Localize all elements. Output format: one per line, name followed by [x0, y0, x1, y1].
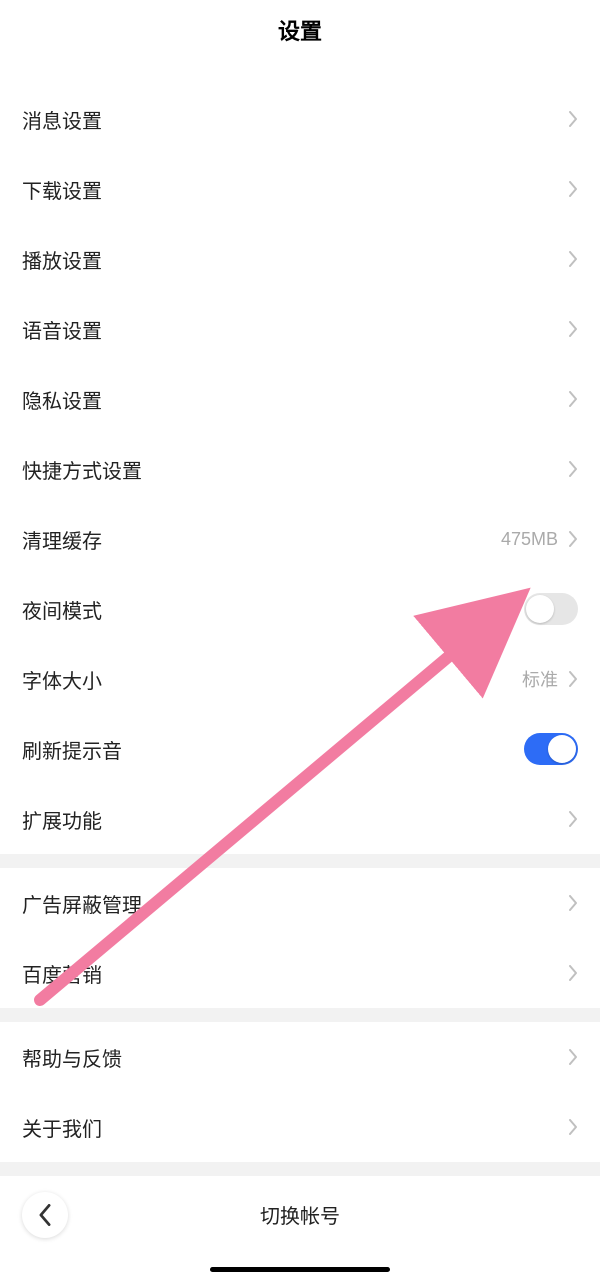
toggle-knob: [526, 595, 554, 623]
settings-row-extend[interactable]: 扩展功能: [0, 784, 600, 854]
chevron-right-icon: [568, 965, 578, 981]
chevron-right-icon: [568, 1119, 578, 1135]
chevron-right-icon: [568, 461, 578, 477]
section-divider: [0, 1162, 600, 1176]
settings-row-privacy[interactable]: 隐私设置: [0, 364, 600, 434]
settings-row-voice[interactable]: 语音设置: [0, 294, 600, 364]
chevron-right-icon: [568, 251, 578, 267]
settings-row-cache[interactable]: 清理缓存 475MB: [0, 504, 600, 574]
settings-row-label: 夜间模式: [22, 595, 102, 624]
settings-row-right: 标准: [522, 666, 578, 692]
settings-row-help[interactable]: 帮助与反馈: [0, 1022, 600, 1092]
settings-row-shortcut[interactable]: 快捷方式设置: [0, 434, 600, 504]
settings-row-right: [568, 811, 578, 827]
settings-row-label: 关于我们: [22, 1113, 102, 1142]
settings-row-label: 支付设置: [22, 60, 102, 64]
chevron-right-icon: [568, 531, 578, 547]
header: 设置: [0, 0, 600, 60]
settings-row-label: 语音设置: [22, 315, 102, 344]
settings-row-label: 刷新提示音: [22, 735, 122, 764]
settings-row-marketing[interactable]: 百度营销: [0, 938, 600, 1008]
chevron-right-icon: [568, 895, 578, 911]
chevron-right-icon: [568, 391, 578, 407]
switch-account-label: 切换帐号: [260, 1200, 340, 1229]
page-title: 设置: [278, 14, 322, 46]
settings-row-night[interactable]: 夜间模式: [0, 574, 600, 644]
toggle-knob: [548, 735, 576, 763]
settings-row-fontsize[interactable]: 字体大小 标准: [0, 644, 600, 714]
settings-row-right: [568, 391, 578, 407]
settings-row-label: 扩展功能: [22, 805, 102, 834]
settings-row-right: 475MB: [501, 529, 578, 550]
settings-row-label: 帮助与反馈: [22, 1043, 122, 1072]
settings-row-right: [568, 1049, 578, 1065]
settings-row-value: 标准: [522, 666, 558, 692]
settings-row-payment[interactable]: 支付设置: [0, 60, 600, 84]
chevron-left-icon: [38, 1204, 52, 1226]
settings-row-right: [524, 733, 578, 765]
settings-row-playback[interactable]: 播放设置: [0, 224, 600, 294]
settings-row-label: 广告屏蔽管理: [22, 889, 142, 918]
settings-content: 支付设置消息设置下载设置播放设置语音设置隐私设置快捷方式设置清理缓存 475MB 夜…: [0, 60, 600, 1272]
chevron-right-icon: [568, 321, 578, 337]
settings-row-right: [568, 111, 578, 127]
back-button[interactable]: [22, 1192, 68, 1238]
settings-row-label: 隐私设置: [22, 385, 102, 414]
settings-row-adblock[interactable]: 广告屏蔽管理: [0, 868, 600, 938]
toggle-night[interactable]: [524, 593, 578, 625]
settings-row-right: [568, 251, 578, 267]
settings-row-label: 快捷方式设置: [22, 455, 142, 484]
settings-row-value: 475MB: [501, 529, 558, 550]
settings-row-label: 下载设置: [22, 175, 102, 204]
chevron-right-icon: [568, 1049, 578, 1065]
settings-row-label: 消息设置: [22, 105, 102, 134]
settings-row-label: 字体大小: [22, 665, 102, 694]
chevron-right-icon: [568, 671, 578, 687]
settings-row-refresh[interactable]: 刷新提示音: [0, 714, 600, 784]
settings-row-right: [524, 593, 578, 625]
settings-row-message[interactable]: 消息设置: [0, 84, 600, 154]
settings-row-label: 播放设置: [22, 245, 102, 274]
settings-row-right: [568, 181, 578, 197]
settings-row-right: [568, 1119, 578, 1135]
settings-row-label: 百度营销: [22, 959, 102, 988]
settings-row-right: [568, 321, 578, 337]
settings-row-right: [568, 895, 578, 911]
switch-account-row[interactable]: 切换帐号: [0, 1177, 600, 1252]
settings-row-right: [568, 461, 578, 477]
chevron-right-icon: [568, 811, 578, 827]
bottom-bar: 切换帐号: [0, 1177, 600, 1252]
settings-row-label: 清理缓存: [22, 525, 102, 554]
settings-row-download[interactable]: 下载设置: [0, 154, 600, 224]
chevron-right-icon: [568, 111, 578, 127]
section-divider: [0, 1008, 600, 1022]
section-divider: [0, 854, 600, 868]
settings-row-right: [568, 965, 578, 981]
toggle-refresh[interactable]: [524, 733, 578, 765]
chevron-right-icon: [568, 181, 578, 197]
settings-row-about[interactable]: 关于我们: [0, 1092, 600, 1162]
home-indicator: [210, 1267, 390, 1272]
